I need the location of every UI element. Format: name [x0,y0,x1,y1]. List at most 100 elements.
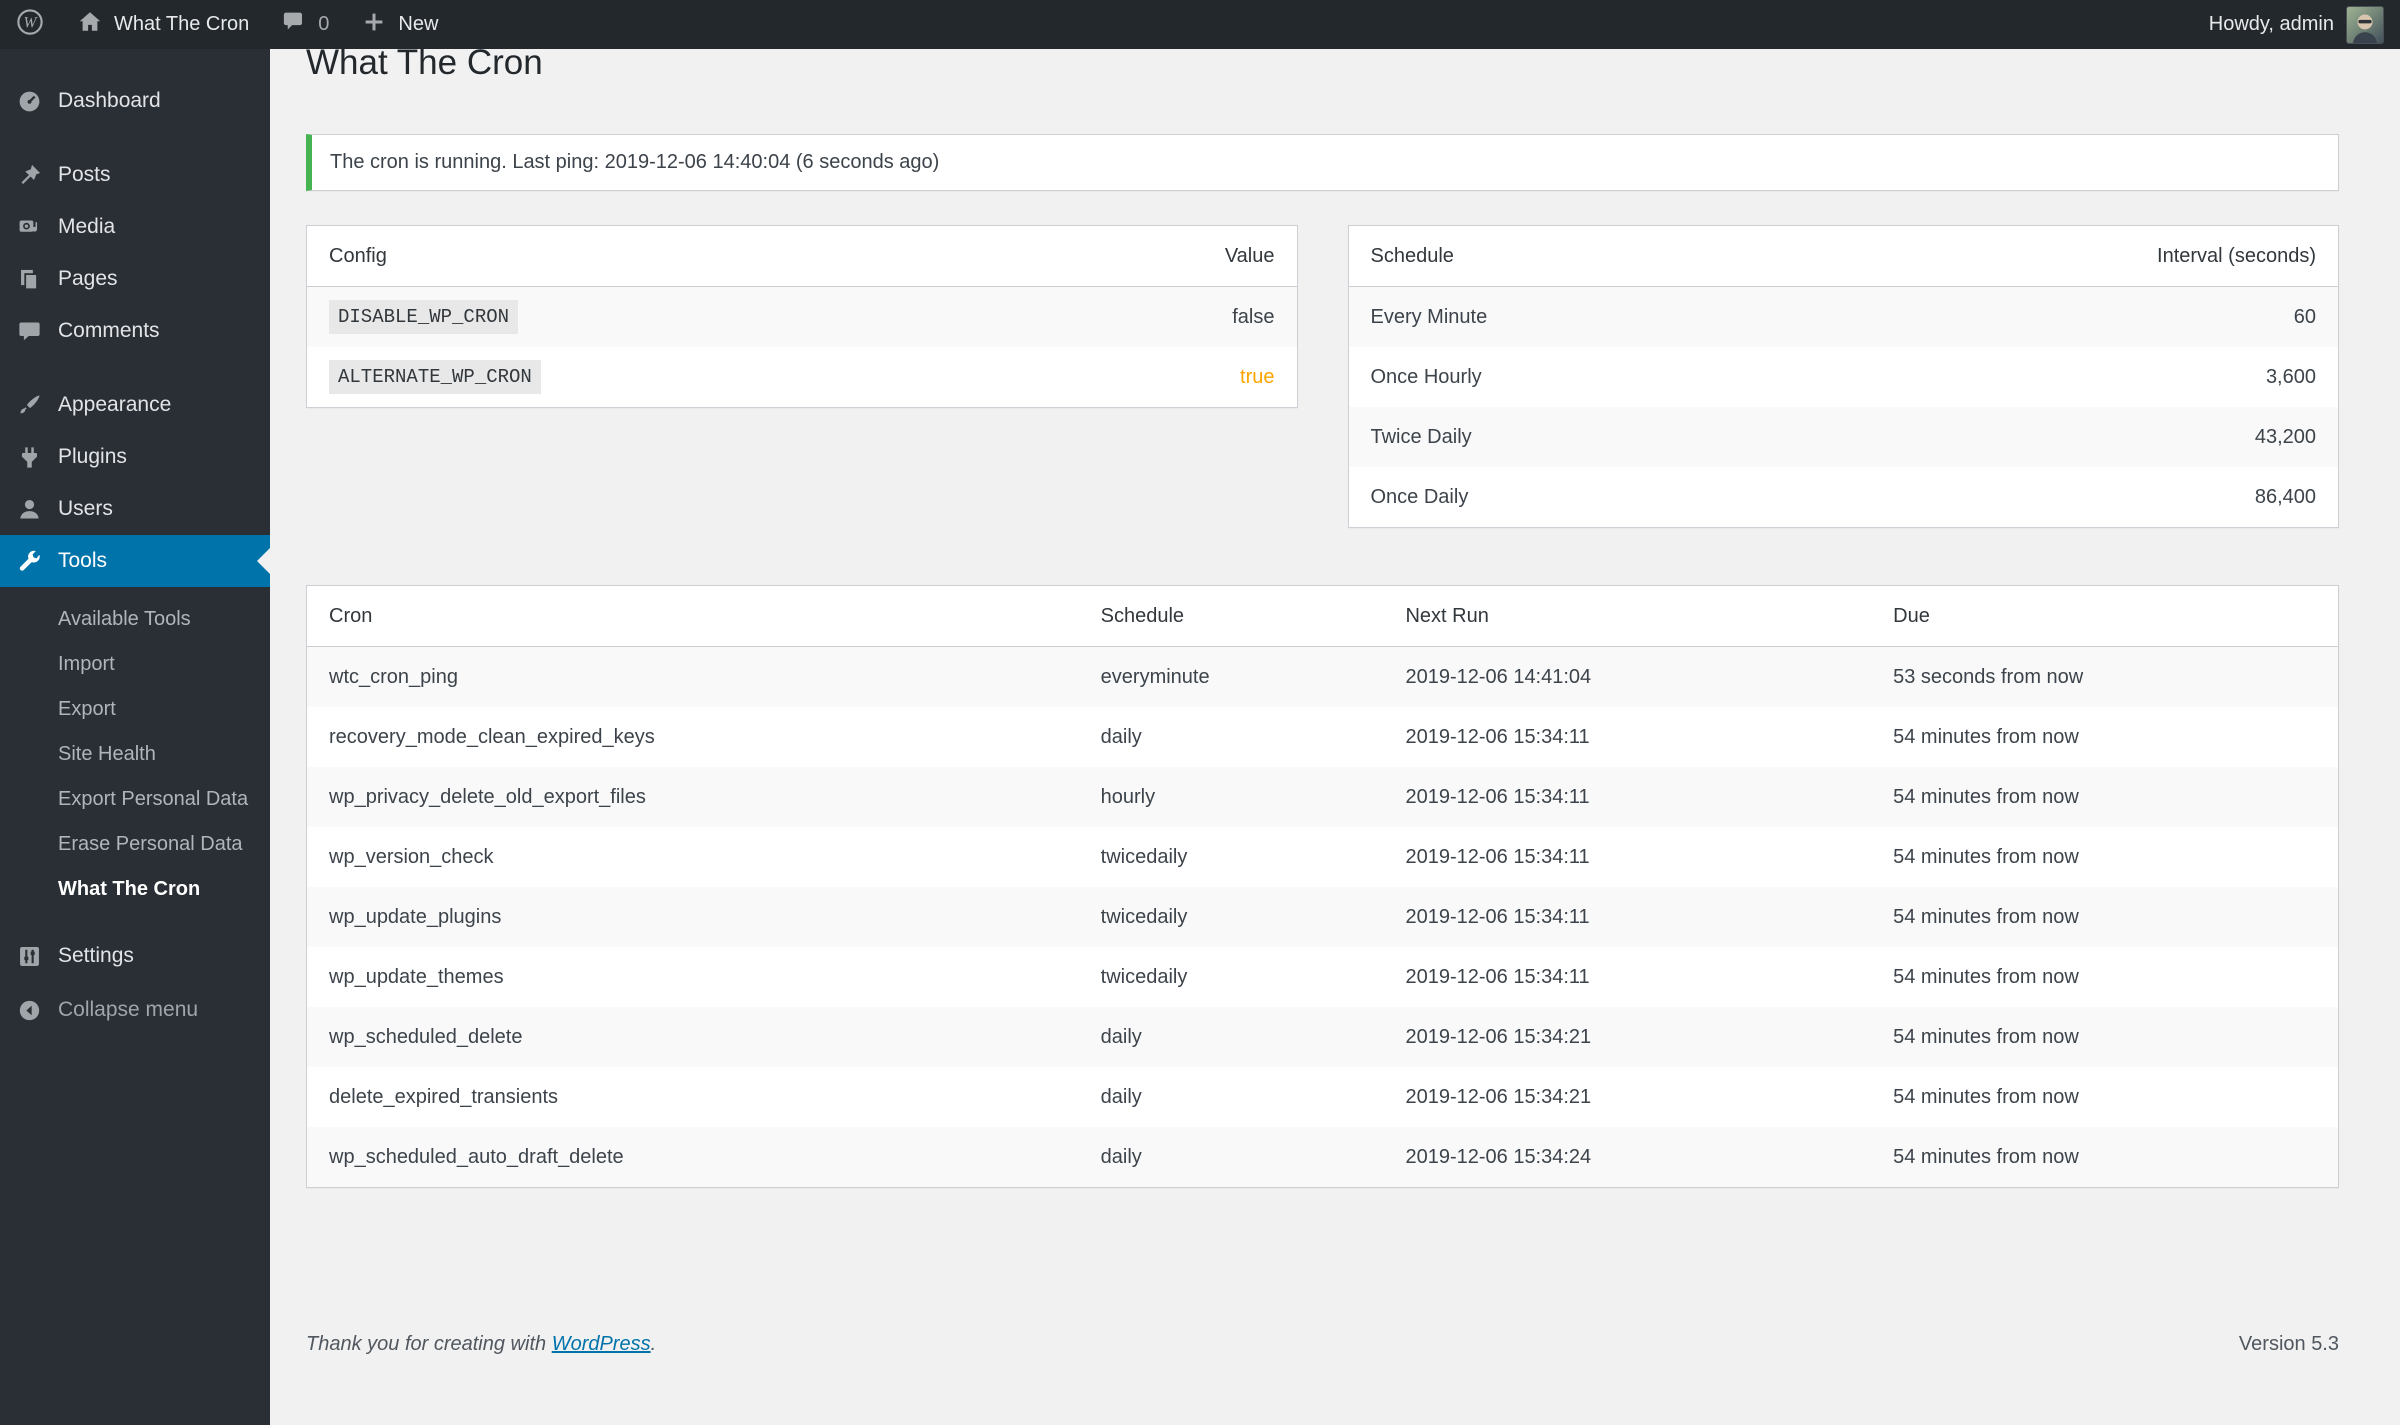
cron-schedule-cell: daily [1079,707,1384,767]
cron-name-cell: wp_scheduled_delete [307,1007,1079,1067]
sidebar-subitem-import[interactable]: Import [0,642,270,687]
new-content-menu[interactable]: New [344,0,453,49]
cron-status-text: The cron is running. Last ping: 2019-12-… [330,151,939,173]
sidebar-subitem-what-the-cron[interactable]: What The Cron [0,867,270,912]
table-row: DISABLE_WP_CRON false [307,287,1298,348]
howdy-label[interactable]: Howdy, admin [2209,13,2334,36]
admin-bar-right: Howdy, admin [2209,0,2400,49]
interval-cell: 3,600 [1893,347,2339,407]
svg-text:W: W [23,14,38,31]
table-row: Twice Daily 43,200 [1348,407,2339,467]
sidebar-item-tools[interactable]: Tools [0,535,270,587]
sidebar-subitem-export[interactable]: Export [0,687,270,732]
cron-name-cell: wp_update_themes [307,947,1079,1007]
due-cell: 54 minutes from now [1871,947,2338,1007]
settings-icon [14,941,44,971]
due-cell: 54 minutes from now [1871,827,2338,887]
sidebar-subitem-site-health[interactable]: Site Health [0,732,270,777]
site-name-label: What The Cron [114,13,249,36]
cron-schedule-cell: twicedaily [1079,887,1384,947]
cron-status-notice: The cron is running. Last ping: 2019-12-… [306,134,2339,191]
collapse-menu-label: Collapse menu [58,998,198,1022]
pushpin-icon [14,160,44,190]
cron-schedule-cell: twicedaily [1079,947,1384,1007]
sidebar-item-label: Appearance [58,393,171,417]
version-label: Version 5.3 [2239,1333,2339,1356]
cron-schedule-cell: everyminute [1079,647,1384,708]
sidebar-item-users[interactable]: Users [0,483,270,535]
sidebar-item-comments[interactable]: Comments [0,305,270,357]
next-run-cell: 2019-12-06 15:34:11 [1383,707,1871,767]
sidebar-item-posts[interactable]: Posts [0,149,270,201]
sidebar-item-appearance[interactable]: Appearance [0,379,270,431]
schedule-header: Schedule [1348,226,1893,287]
user-avatar[interactable] [2346,6,2384,44]
appearance-icon [14,390,44,420]
cron-name-cell: delete_expired_transients [307,1067,1079,1127]
sidebar-subitem-export-personal-data[interactable]: Export Personal Data [0,777,270,822]
main-content: What The Cron The cron is running. Last … [270,0,2400,1356]
admin-bar-left: W What The Cron 0 New [0,0,453,49]
tools-icon [14,546,44,576]
dashboard-icon [14,86,44,116]
cron-name-cell: wtc_cron_ping [307,647,1079,708]
config-key-code: DISABLE_WP_CRON [329,300,518,334]
cron-table-container: Cron Schedule Next Run Due wtc_cron_ping… [306,585,2339,1188]
schedule-name-cell: Twice Daily [1348,407,1893,467]
sidebar-item-label: Posts [58,163,111,187]
sidebar-item-pages[interactable]: Pages [0,253,270,305]
schedule-table-container: Schedule Interval (seconds) Every Minute… [1348,225,2340,528]
sidebar-item-label: Comments [58,319,160,343]
collapse-menu-button[interactable]: Collapse menu [0,984,270,1036]
cron-name-cell: recovery_mode_clean_expired_keys [307,707,1079,767]
footer-thanks: Thank you for creating with WordPress. [306,1333,656,1356]
due-cell: 54 minutes from now [1871,1127,2338,1188]
plus-icon [359,7,389,43]
next-run-cell: 2019-12-06 15:34:21 [1383,1067,1871,1127]
schedule-name-cell: Every Minute [1348,287,1893,348]
wordpress-logo-menu[interactable]: W [0,0,60,49]
schedule-table: Schedule Interval (seconds) Every Minute… [1348,225,2340,528]
cron-schedule-cell: daily [1079,1007,1384,1067]
comments-bubble-menu[interactable]: 0 [264,0,344,49]
cron-schedule-cell: hourly [1079,767,1384,827]
sidebar-item-settings[interactable]: Settings [0,930,270,982]
sidebar-item-media[interactable]: Media [0,201,270,253]
table-row: Once Daily 86,400 [1348,467,2339,528]
admin-bar: W What The Cron 0 New Howdy, admin [0,0,2400,49]
table-row: wp_version_check twicedaily 2019-12-06 1… [307,827,2339,887]
config-header: Config [307,226,921,287]
cron-name-cell: wp_privacy_delete_old_export_files [307,767,1079,827]
users-icon [14,494,44,524]
sidebar-item-label: Tools [58,549,107,573]
sidebar-item-label: Plugins [58,445,127,469]
sidebar-item-plugins[interactable]: Plugins [0,431,270,483]
cron-schedule-cell: daily [1079,1067,1384,1127]
wordpress-logo-icon: W [15,7,45,43]
tools-submenu: Available Tools Import Export Site Healt… [0,587,270,930]
sidebar-item-dashboard[interactable]: Dashboard [0,75,270,127]
menu-separator [0,357,270,379]
table-row: Once Hourly 3,600 [1348,347,2339,407]
config-value-cell: false [921,287,1297,348]
next-run-cell: 2019-12-06 15:34:11 [1383,827,1871,887]
sidebar-item-label: Pages [58,267,118,291]
due-header: Due [1871,586,2338,647]
table-row: Every Minute 60 [1348,287,2339,348]
site-name-link[interactable]: What The Cron [60,0,264,49]
config-value-cell: true [921,347,1297,408]
due-cell: 54 minutes from now [1871,1067,2338,1127]
next-run-cell: 2019-12-06 14:41:04 [1383,647,1871,708]
next-run-cell: 2019-12-06 15:34:24 [1383,1127,1871,1188]
next-run-cell: 2019-12-06 15:34:11 [1383,767,1871,827]
sidebar-subitem-available-tools[interactable]: Available Tools [0,597,270,642]
next-run-cell: 2019-12-06 15:34:11 [1383,947,1871,1007]
home-icon [75,7,105,43]
wordpress-link[interactable]: WordPress [552,1333,651,1355]
sidebar-item-label: Media [58,215,115,239]
comments-icon [14,316,44,346]
table-row: wp_update_plugins twicedaily 2019-12-06 … [307,887,2339,947]
sidebar-item-label: Settings [58,944,134,968]
sidebar-subitem-erase-personal-data[interactable]: Erase Personal Data [0,822,270,867]
sidebar-menu: Dashboard Posts Media Pages Comments App… [0,49,270,1425]
